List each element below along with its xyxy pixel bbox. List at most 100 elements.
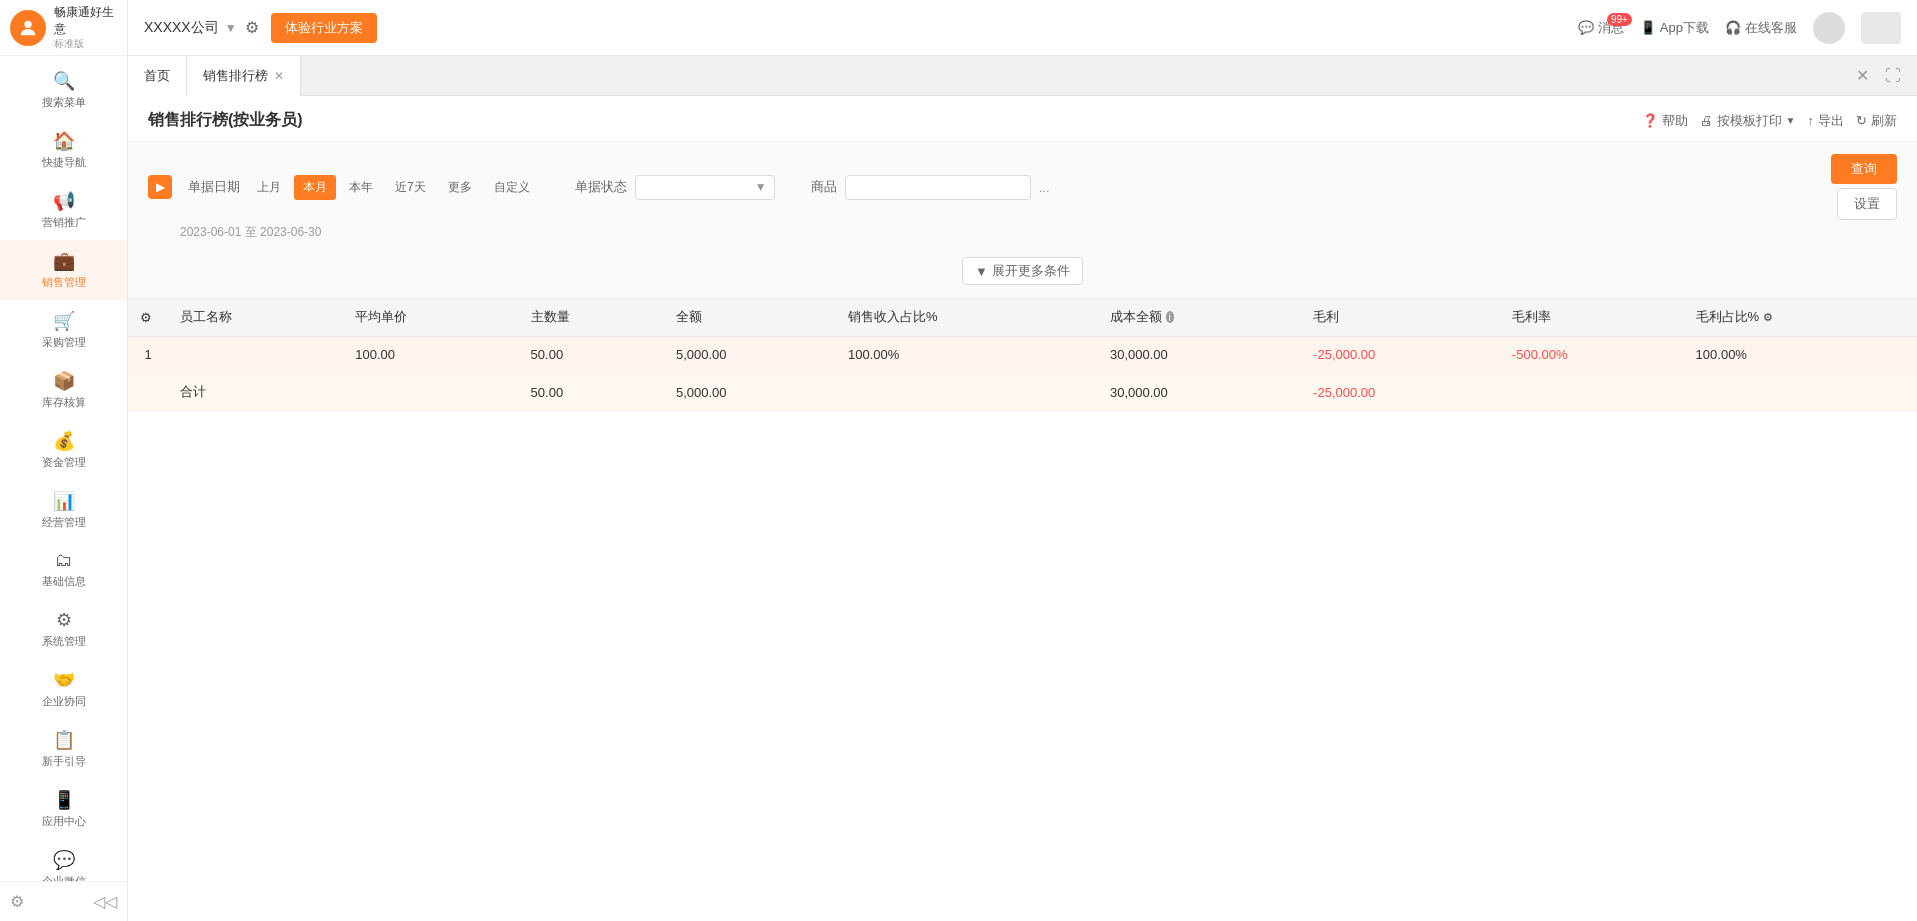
tab-sales-ranking[interactable]: 销售排行榜 ✕ bbox=[187, 56, 301, 96]
sidebar-item-marketing[interactable]: 📢 营销推广 bbox=[0, 180, 127, 240]
collapse-icon[interactable]: ◁◁ bbox=[93, 892, 117, 911]
date-tab-last-month[interactable]: 上月 bbox=[248, 175, 290, 200]
filter-collapse-icon: ▶ bbox=[156, 180, 165, 194]
company-settings-icon[interactable]: ⚙ bbox=[245, 18, 259, 37]
footer-sales-pct bbox=[836, 373, 1098, 412]
filter-collapse-button[interactable]: ▶ bbox=[148, 175, 172, 199]
th-profit-rate: 毛利率 bbox=[1500, 298, 1684, 337]
user-name-area[interactable] bbox=[1861, 12, 1901, 44]
footer-label: 合计 bbox=[168, 373, 343, 412]
app-name: 畅康通好生意 bbox=[54, 4, 117, 38]
query-button[interactable]: 查询 bbox=[1831, 154, 1897, 184]
setting-button[interactable]: 设置 bbox=[1837, 188, 1897, 220]
status-filter: 单据状态 ▼ bbox=[575, 175, 775, 200]
footer-profit-rate bbox=[1500, 373, 1684, 412]
date-tab-this-year[interactable]: 本年 bbox=[340, 175, 382, 200]
cart-icon: 🛒 bbox=[53, 310, 75, 332]
footer-cost: 30,000.00 bbox=[1098, 373, 1301, 412]
print-button[interactable]: 🖨 按模板打印 ▼ bbox=[1700, 112, 1796, 130]
sidebar-item-label: 经营管理 bbox=[42, 515, 86, 530]
home-tab-label: 首页 bbox=[144, 67, 170, 85]
more-filters-icon[interactable]: ... bbox=[1039, 180, 1050, 195]
sidebar-item-operations[interactable]: 📊 经营管理 bbox=[0, 480, 127, 540]
goods-filter-label: 商品 bbox=[811, 178, 837, 196]
help-icon: ❓ bbox=[1642, 113, 1658, 128]
cell-avg-price: 100.00 bbox=[343, 337, 518, 373]
home-icon: 🏠 bbox=[53, 130, 75, 152]
footer-avg-price bbox=[343, 373, 518, 412]
cell-qty: 50.00 bbox=[519, 337, 664, 373]
tab-close-icon[interactable]: ✕ bbox=[274, 69, 284, 83]
export-icon: ↑ bbox=[1808, 113, 1815, 128]
data-table: ⚙ 员工名称 平均单价 主数量 全额 销售收入占比% 成本全额 i 毛利 毛利率… bbox=[128, 298, 1917, 412]
printer-icon: 🖨 bbox=[1700, 113, 1713, 128]
sidebar-item-system[interactable]: ⚙ 系统管理 bbox=[0, 599, 127, 659]
refresh-icon: ↻ bbox=[1856, 113, 1867, 128]
date-tab-more[interactable]: 更多 bbox=[439, 175, 481, 200]
sidebar-item-apps[interactable]: 📱 应用中心 bbox=[0, 779, 127, 839]
sidebar-item-sales[interactable]: 💼 销售管理 bbox=[0, 240, 127, 300]
date-filter: 单据日期 上月 本月 本年 近7天 更多 自定义 bbox=[188, 175, 539, 200]
folder-icon: 🗂 bbox=[55, 550, 73, 571]
table-row: 1 100.00 50.00 5,000.00 100.00% 30,000.0… bbox=[128, 337, 1917, 373]
sidebar-item-basics[interactable]: 🗂 基础信息 bbox=[0, 540, 127, 599]
main-content: 销售排行榜(按业务员) ❓ 帮助 🖨 按模板打印 ▼ ↑ 导出 ↻ 刷新 bbox=[128, 96, 1917, 921]
refresh-button[interactable]: ↻ 刷新 bbox=[1856, 112, 1897, 130]
goods-input[interactable] bbox=[845, 175, 1031, 200]
online-service-button[interactable]: 🎧 在线客服 bbox=[1725, 19, 1797, 37]
th-settings[interactable]: ⚙ bbox=[128, 298, 168, 337]
company-selector[interactable]: XXXXX公司 ▼ bbox=[144, 19, 237, 37]
sidebar-item-label: 快捷导航 bbox=[42, 155, 86, 170]
sidebar-item-search[interactable]: 🔍 搜索菜单 bbox=[0, 60, 127, 120]
nav-menu: 🔍 搜索菜单 🏠 快捷导航 📢 营销推广 💼 销售管理 🛒 采购管理 📦 库存核… bbox=[0, 56, 127, 881]
sidebar-item-inventory[interactable]: 📦 库存核算 bbox=[0, 360, 127, 420]
settings-footer-icon[interactable]: ⚙ bbox=[10, 892, 24, 911]
close-all-tabs-icon[interactable]: ✕ bbox=[1852, 62, 1873, 89]
tabbar-actions: ✕ ⛶ bbox=[1852, 62, 1917, 89]
sidebar-item-label: 资金管理 bbox=[42, 455, 86, 470]
sidebar-item-collab[interactable]: 🤝 企业协同 bbox=[0, 659, 127, 719]
cost-info-icon: i bbox=[1166, 311, 1174, 323]
sidebar-item-quicknav[interactable]: 🏠 快捷导航 bbox=[0, 120, 127, 180]
th-profit: 毛利 bbox=[1301, 298, 1500, 337]
sidebar-item-wechat[interactable]: 💬 企业微信 bbox=[0, 839, 127, 881]
logo-area: 畅康通好生意 标准版 bbox=[0, 0, 127, 56]
date-range-text: 2023-06-01 至 2023-06-30 bbox=[180, 225, 321, 239]
sidebar: 畅康通好生意 标准版 🔍 搜索菜单 🏠 快捷导航 📢 营销推广 💼 销售管理 🛒… bbox=[0, 0, 128, 921]
expand-label: 展开更多条件 bbox=[992, 262, 1070, 280]
tab-home[interactable]: 首页 bbox=[128, 56, 187, 96]
cell-profit: -25,000.00 bbox=[1301, 337, 1500, 373]
topbar: XXXXX公司 ▼ ⚙ 体验行业方案 💬 消息 99+ 📱 App下载 🎧 在线… bbox=[128, 0, 1917, 56]
sales-tab-label: 销售排行榜 bbox=[203, 67, 268, 85]
sidebar-item-label: 企业微信 bbox=[42, 874, 86, 881]
table-footer-row: 合计 50.00 5,000.00 30,000.00 -25,000.00 bbox=[128, 373, 1917, 412]
filter-row: ▶ 单据日期 上月 本月 本年 近7天 更多 自定义 单据状态 bbox=[148, 154, 1897, 220]
message-button[interactable]: 💬 消息 99+ bbox=[1578, 19, 1624, 37]
footer-empty bbox=[128, 373, 168, 412]
table-container: ⚙ 员工名称 平均单价 主数量 全额 销售收入占比% 成本全额 i 毛利 毛利率… bbox=[128, 298, 1917, 412]
expand-conditions-button[interactable]: ▼ 展开更多条件 bbox=[962, 257, 1083, 285]
date-tab-7days[interactable]: 近7天 bbox=[386, 175, 435, 200]
status-select[interactable] bbox=[635, 175, 775, 200]
trial-button[interactable]: 体验行业方案 bbox=[271, 13, 377, 43]
headset-icon: 🎧 bbox=[1725, 20, 1741, 35]
expand-tabs-icon[interactable]: ⛶ bbox=[1881, 63, 1905, 89]
help-button[interactable]: ❓ 帮助 bbox=[1642, 112, 1688, 130]
sidebar-item-label: 企业协同 bbox=[42, 694, 86, 709]
sidebar-item-finance[interactable]: 💰 资金管理 bbox=[0, 420, 127, 480]
date-tab-custom[interactable]: 自定义 bbox=[485, 175, 539, 200]
date-tab-this-month[interactable]: 本月 bbox=[294, 175, 336, 200]
topbar-right: 💬 消息 99+ 📱 App下载 🎧 在线客服 bbox=[1578, 12, 1901, 44]
app-download-button[interactable]: 📱 App下载 bbox=[1640, 19, 1709, 37]
user-avatar[interactable] bbox=[1813, 12, 1845, 44]
sidebar-item-guide[interactable]: 📋 新手引导 bbox=[0, 719, 127, 779]
profit-pct-settings-icon[interactable]: ⚙ bbox=[1763, 311, 1773, 323]
sidebar-item-purchase[interactable]: 🛒 采购管理 bbox=[0, 300, 127, 360]
goods-filter: 商品 ... bbox=[811, 175, 1050, 200]
cell-name bbox=[168, 337, 343, 373]
filter-action-area: 查询 设置 bbox=[1831, 154, 1897, 220]
cell-rank: 1 bbox=[128, 337, 168, 373]
box-icon: 📦 bbox=[53, 370, 75, 392]
export-button[interactable]: ↑ 导出 bbox=[1808, 112, 1845, 130]
cell-amount: 5,000.00 bbox=[664, 337, 836, 373]
